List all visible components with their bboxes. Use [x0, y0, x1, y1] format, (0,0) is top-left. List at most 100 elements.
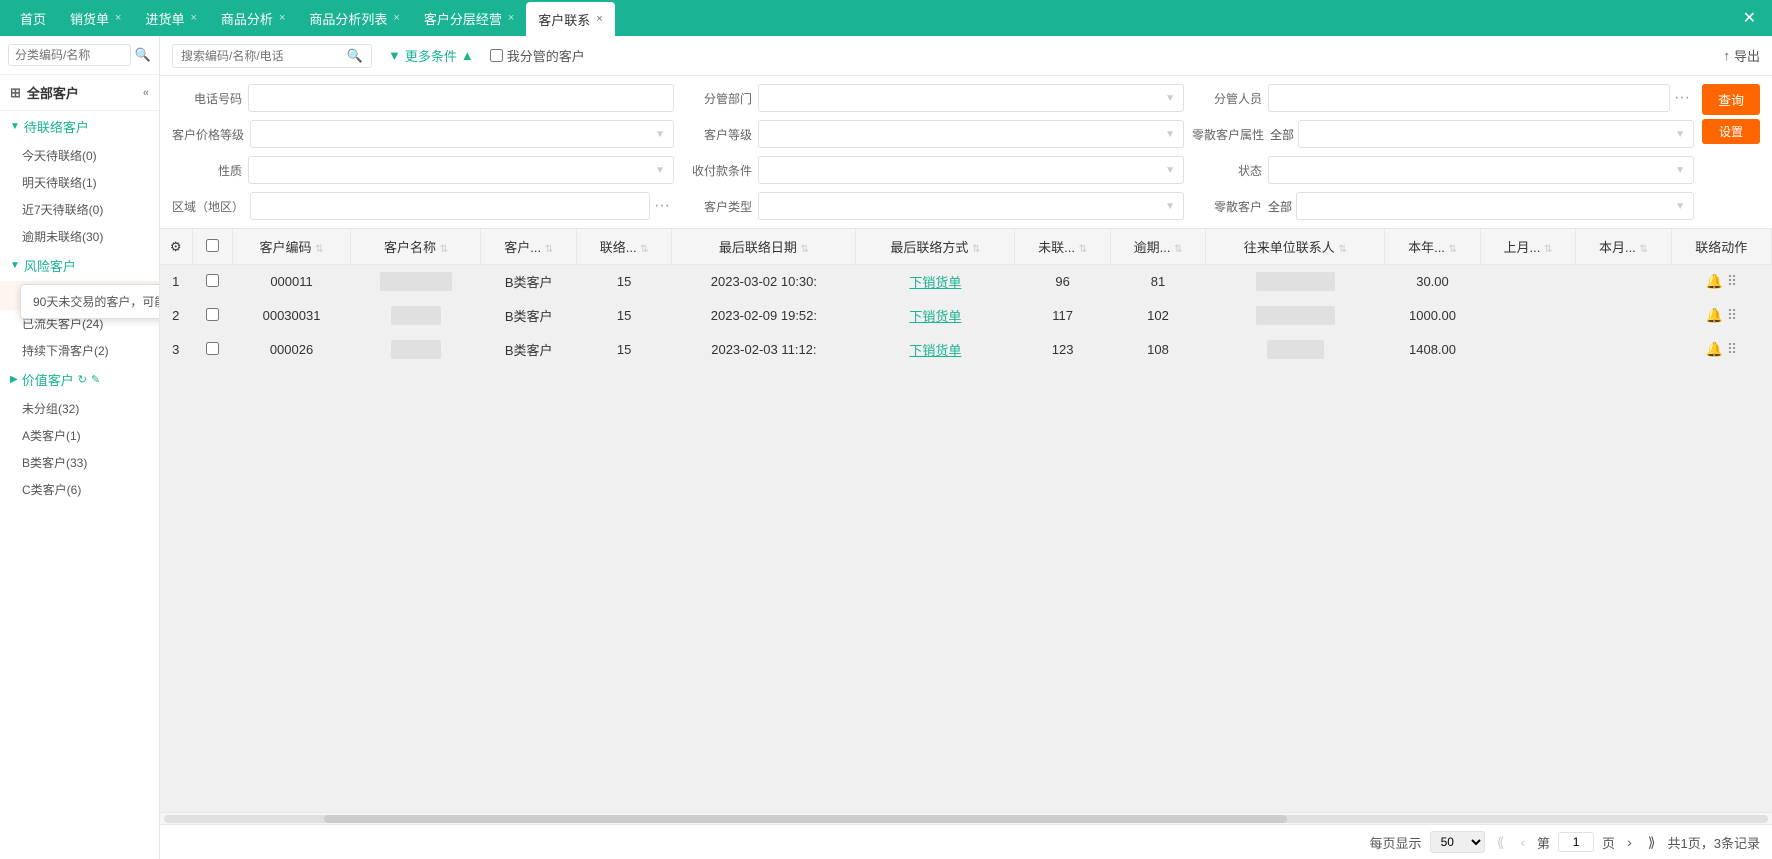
close-customerlayer-icon[interactable]: × — [508, 12, 514, 24]
retail-attr-select[interactable]: ▼ — [1298, 120, 1694, 148]
price-level-select[interactable]: ▼ — [250, 120, 674, 148]
nav-tab-customerlayer[interactable]: 客户分层经营 × — [412, 0, 526, 36]
nav-tab-analysislist[interactable]: 商品分析列表 × — [297, 0, 411, 36]
export-button[interactable]: ↑ 导出 — [1723, 46, 1760, 65]
nav-tab-customercontact[interactable]: 客户联系 × — [526, 2, 614, 36]
region-dots-icon[interactable]: ··· — [650, 197, 674, 215]
sidebar-item-class-b[interactable]: B类客户(33) — [0, 449, 159, 476]
refresh-icon[interactable]: ↻ — [78, 373, 87, 386]
table-col-lastmonth: 上月... ⇅ — [1480, 229, 1575, 265]
prev-page-button[interactable]: ‹ — [1516, 834, 1529, 850]
sort-icon[interactable]: ⇅ — [1639, 244, 1647, 255]
more-actions-icon[interactable]: ⠿ — [1727, 273, 1737, 290]
last-method-link[interactable]: 下销货单 — [909, 309, 961, 324]
table-col-thisyear: 本年... ⇅ — [1385, 229, 1480, 265]
row-select-checkbox[interactable] — [206, 342, 219, 355]
query-button[interactable]: 查询 — [1702, 84, 1760, 115]
more-conditions-button[interactable]: ▼ 更多条件 ▲ — [382, 42, 480, 69]
nav-tab-salesorder[interactable]: 销货单 × — [58, 0, 133, 36]
collapse-icon[interactable]: « — [143, 87, 149, 99]
select-all-checkbox[interactable] — [206, 239, 219, 252]
row-checkbox[interactable] — [192, 299, 232, 333]
my-customers-checkbox[interactable] — [490, 49, 503, 62]
close-customercontact-icon[interactable]: × — [596, 13, 602, 25]
more-actions-icon[interactable]: ⠿ — [1727, 341, 1737, 358]
row-lastmethod[interactable]: 下销货单 — [856, 299, 1015, 333]
last-page-button[interactable]: ⟫ — [1644, 834, 1660, 851]
sidebar-item-ungrouped[interactable]: 未分组(32) — [0, 395, 159, 422]
nav-tab-purchaseorder[interactable]: 进货单 × — [133, 0, 208, 36]
edit-icon[interactable]: ✎ — [91, 373, 100, 386]
dept-select[interactable]: ▼ — [758, 84, 1184, 112]
table-checkbox-header[interactable] — [192, 229, 232, 265]
row-lastmethod[interactable]: 下销货单 — [856, 333, 1015, 367]
sort-icon[interactable]: ⇅ — [972, 244, 980, 255]
more-actions-icon[interactable]: ⠿ — [1727, 307, 1737, 324]
sidebar-item-class-c[interactable]: C类客户(6) — [0, 476, 159, 503]
sort-icon[interactable]: ⇅ — [1079, 244, 1087, 255]
sort-icon[interactable]: ⇅ — [640, 244, 648, 255]
sidebar-item-class-a[interactable]: A类客户(1) — [0, 422, 159, 449]
search-input[interactable] — [181, 49, 347, 63]
table-gear-header[interactable]: ⚙ — [160, 229, 192, 265]
blurred-contact: ██ ██ ██ — [1256, 272, 1335, 291]
row-select-checkbox[interactable] — [206, 274, 219, 287]
sidebar-item-tomorrow[interactable]: 明天待联络(1) — [0, 169, 159, 196]
customer-type-select[interactable]: ▼ — [758, 192, 1184, 220]
my-customers-checkbox-label[interactable]: 我分管的客户 — [490, 46, 585, 65]
sort-icon[interactable]: ⇅ — [1449, 244, 1457, 255]
sidebar-item-today[interactable]: 今天待联络(0) — [0, 142, 159, 169]
contact-icon[interactable]: 🔔 — [1705, 341, 1722, 358]
close-salesorder-icon[interactable]: × — [115, 12, 121, 24]
payment-select[interactable]: ▼ — [758, 156, 1184, 184]
page-number-input[interactable] — [1558, 832, 1594, 852]
manager-dots-icon[interactable]: ··· — [1670, 89, 1694, 107]
sidebar-all-customers[interactable]: ⊞ 全部客户 « — [0, 75, 159, 111]
manager-input[interactable] — [1268, 84, 1670, 112]
row-checkbox[interactable] — [192, 333, 232, 367]
last-method-link[interactable]: 下销货单 — [909, 275, 961, 290]
region-input[interactable] — [250, 192, 650, 220]
sidebar-group-risk[interactable]: ▼ 风险客户 — [0, 250, 159, 281]
page-size-select[interactable]: 50 20 100 — [1430, 831, 1485, 853]
search-submit-icon[interactable]: 🔍 — [347, 48, 363, 64]
sort-icon[interactable]: ⇅ — [440, 244, 448, 255]
sidebar-search-icon[interactable]: 🔍 — [135, 47, 151, 63]
close-purchaseorder-icon[interactable]: × — [190, 12, 196, 24]
retail-select[interactable]: ▼ — [1296, 192, 1694, 220]
sort-icon[interactable]: ⇅ — [1544, 244, 1552, 255]
sidebar-item-overdue[interactable]: 逾期未联络(30) — [0, 223, 159, 250]
contact-icon[interactable]: 🔔 — [1705, 307, 1722, 324]
window-close-icon[interactable]: ✕ — [1735, 8, 1764, 28]
table-scroll[interactable]: ⚙ 客户编码 ⇅ 客户名称 ⇅ 客户... ⇅ 联络... ⇅ 最后联络日期 ⇅… — [160, 229, 1772, 812]
contact-icon[interactable]: 🔔 — [1705, 273, 1722, 290]
row-lastmethod[interactable]: 下销货单 — [856, 265, 1015, 299]
sidebar-group-value[interactable]: ▶ 价值客户 ↻ ✎ — [0, 364, 159, 395]
row-checkbox[interactable] — [192, 265, 232, 299]
sidebar-item-7days[interactable]: 近7天待联络(0) — [0, 196, 159, 223]
scrollbar-thumb[interactable] — [324, 815, 1286, 823]
horizontal-scrollbar[interactable] — [160, 812, 1772, 824]
nav-home[interactable]: 首页 — [8, 9, 58, 28]
nav-tab-analysis[interactable]: 商品分析 × — [209, 0, 297, 36]
row-select-checkbox[interactable] — [206, 308, 219, 321]
customer-level-select[interactable]: ▼ — [758, 120, 1184, 148]
next-page-button[interactable]: › — [1623, 834, 1636, 850]
sort-icon[interactable]: ⇅ — [801, 244, 809, 255]
sort-icon[interactable]: ⇅ — [315, 244, 323, 255]
sort-icon[interactable]: ⇅ — [1338, 244, 1346, 255]
close-analysis-icon[interactable]: × — [279, 12, 285, 24]
close-analysislist-icon[interactable]: × — [393, 12, 399, 24]
last-method-link[interactable]: 下销货单 — [909, 343, 961, 358]
phone-input[interactable] — [248, 84, 674, 112]
first-page-button[interactable]: ⟪ — [1493, 834, 1509, 851]
settings-button[interactable]: 设置 — [1702, 119, 1760, 144]
sort-icon[interactable]: ⇅ — [545, 244, 553, 255]
filter-row-1: 电话号码 分管部门 ▼ 分管人员 — [172, 84, 1694, 112]
sidebar-group-pending[interactable]: ▼ 待联络客户 — [0, 111, 159, 142]
sidebar-item-declining[interactable]: 持续下滑客户(2) — [0, 337, 159, 364]
sort-icon[interactable]: ⇅ — [1174, 244, 1182, 255]
sidebar-search-input[interactable] — [8, 44, 131, 66]
nature-select[interactable]: ▼ — [248, 156, 674, 184]
status-select[interactable]: ▼ — [1268, 156, 1694, 184]
